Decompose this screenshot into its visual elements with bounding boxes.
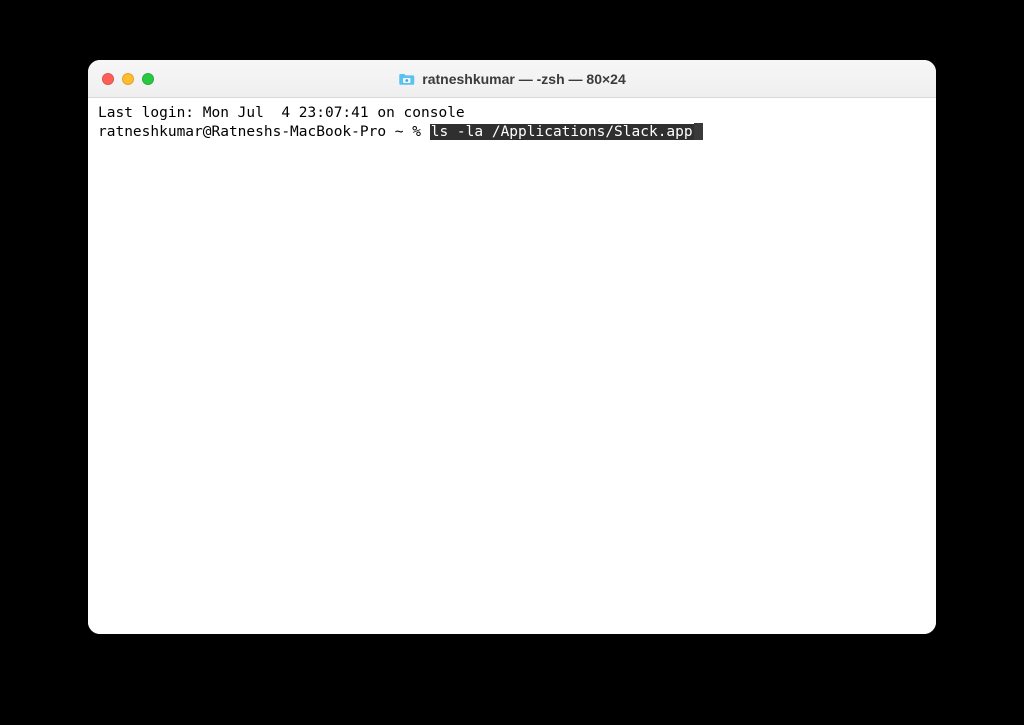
terminal-line-last-login: Last login: Mon Jul 4 23:07:41 on consol… xyxy=(98,104,926,123)
window-title-text: ratneshkumar — -zsh — 80×24 xyxy=(422,71,625,87)
minimize-icon[interactable] xyxy=(122,73,134,85)
terminal-body[interactable]: Last login: Mon Jul 4 23:07:41 on consol… xyxy=(88,98,936,634)
window-titlebar[interactable]: ratneshkumar — -zsh — 80×24 xyxy=(88,60,936,98)
window-controls xyxy=(102,73,154,85)
shell-prompt: ratneshkumar@Ratneshs-MacBook-Pro ~ % xyxy=(98,124,430,140)
command-input-selection[interactable]: ls -la /Applications/Slack.app xyxy=(430,124,694,140)
window-title: ratneshkumar — -zsh — 80×24 xyxy=(398,71,625,87)
close-icon[interactable] xyxy=(102,73,114,85)
desktop: ratneshkumar — -zsh — 80×24 Last login: … xyxy=(0,0,1024,725)
terminal-prompt-line: ratneshkumar@Ratneshs-MacBook-Pro ~ % ls… xyxy=(98,123,926,142)
zoom-icon[interactable] xyxy=(142,73,154,85)
folder-icon xyxy=(398,72,415,86)
terminal-window: ratneshkumar — -zsh — 80×24 Last login: … xyxy=(88,60,936,634)
cursor-icon xyxy=(694,123,703,140)
